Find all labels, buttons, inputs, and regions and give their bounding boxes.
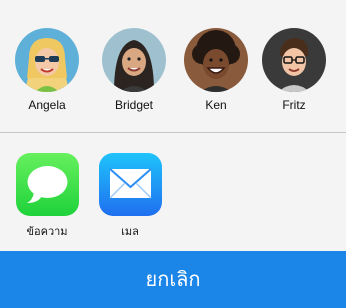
contact-name: Angela [28,98,66,112]
share-app-mail[interactable]: เมล [94,153,166,239]
app-label: ข้อความ [26,226,68,238]
contact-bridget[interactable]: Bridget [98,28,170,112]
avatar [102,28,166,92]
contact-name: Ken [205,98,227,112]
contact-ken[interactable]: Ken [180,28,252,112]
avatar [184,28,248,92]
share-app-messages[interactable]: ข้อความ [11,153,83,239]
contact-name: Bridget [114,98,154,112]
airdrop-contacts-row: Angela Bridget Ken Fritz [0,0,346,132]
contact-angela[interactable]: Angela [11,28,83,112]
messages-icon [15,153,79,216]
share-sheet: Angela Bridget Ken Fritz ข้อความ เมล ยกเ… [0,0,346,308]
mail-icon [98,153,162,216]
share-apps-row: ข้อความ เมล [0,133,346,251]
avatar [262,28,326,92]
cancel-button[interactable]: ยกเลิก [0,251,346,308]
avatar [15,28,79,92]
contact-fritz[interactable]: Fritz [258,28,330,112]
app-label: เมล [121,226,139,238]
contact-name: Fritz [282,98,306,112]
